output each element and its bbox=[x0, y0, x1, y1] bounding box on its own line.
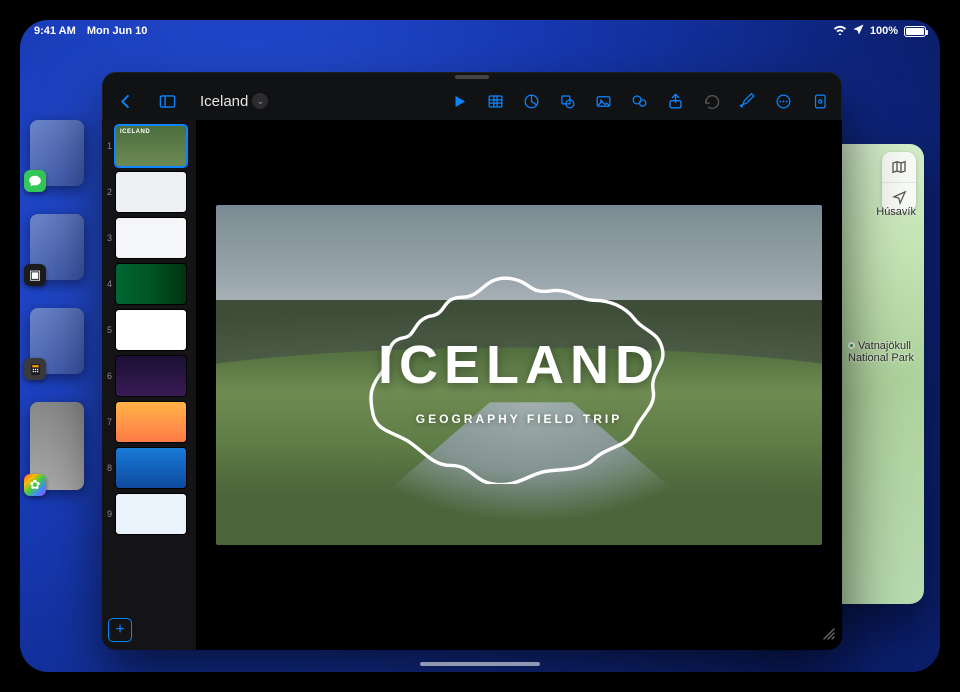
undo-icon[interactable] bbox=[694, 86, 728, 116]
slide-thumb-number: 3 bbox=[102, 233, 112, 243]
slide-thumb-number: 2 bbox=[102, 187, 112, 197]
battery-icon bbox=[904, 26, 926, 37]
comment-icon[interactable] bbox=[622, 86, 656, 116]
slide-title: ICELAND bbox=[216, 334, 822, 396]
image-icon[interactable] bbox=[586, 86, 620, 116]
share-icon[interactable] bbox=[658, 86, 692, 116]
back-button[interactable] bbox=[108, 86, 142, 116]
add-slide-button[interactable]: + bbox=[108, 618, 132, 642]
slide-thumb-preview: ICELAND bbox=[116, 126, 186, 166]
map-mode-icon[interactable] bbox=[882, 152, 916, 182]
app-icon: ▣ bbox=[24, 264, 46, 286]
status-time: 9:41 AM bbox=[34, 25, 76, 37]
slide-thumb-number: 1 bbox=[102, 141, 112, 151]
more-icon[interactable] bbox=[766, 86, 800, 116]
slide-thumb-preview bbox=[116, 494, 186, 534]
slide-thumb-5[interactable]: 5 bbox=[102, 310, 190, 350]
paint-icon[interactable] bbox=[730, 86, 764, 116]
stage-manager-strip: ▣ ✿ bbox=[26, 120, 88, 642]
slide-thumb-number: 4 bbox=[102, 279, 112, 289]
stage-app-messages[interactable] bbox=[30, 120, 84, 186]
slide-thumb-7[interactable]: 7 bbox=[102, 402, 190, 442]
table-icon[interactable] bbox=[478, 86, 512, 116]
map-label-husavik: Húsavík bbox=[876, 206, 916, 218]
slide-canvas-area[interactable]: ICELAND GEOGRAPHY FIELD TRIP bbox=[196, 120, 842, 650]
shape-icon[interactable] bbox=[550, 86, 584, 116]
slide-thumb-3[interactable]: 3 bbox=[102, 218, 190, 258]
window-resize-handle[interactable] bbox=[822, 627, 836, 644]
slide-thumb-2[interactable]: 2 bbox=[102, 172, 190, 212]
slide-thumb-6[interactable]: 6 bbox=[102, 356, 190, 396]
slide-thumb-9[interactable]: 9 bbox=[102, 494, 190, 534]
slide-thumb-8[interactable]: 8 bbox=[102, 448, 190, 488]
status-date: Mon Jun 10 bbox=[87, 25, 148, 37]
slide-thumb-number: 9 bbox=[102, 509, 112, 519]
slide-thumb-4[interactable]: 4 bbox=[102, 264, 190, 304]
slide-navigator: 1 ICELAND 2 3 4 5 6 7 8 9 + bbox=[102, 120, 196, 650]
slide-thumb-preview bbox=[116, 264, 186, 304]
slide-subtitle: GEOGRAPHY FIELD TRIP bbox=[216, 412, 822, 426]
slide-thumb-1[interactable]: 1 ICELAND bbox=[102, 126, 190, 166]
slide-thumb-preview bbox=[116, 448, 186, 488]
slide-thumb-number: 8 bbox=[102, 463, 112, 473]
messages-icon bbox=[24, 170, 46, 192]
battery-pct: 100% bbox=[870, 25, 898, 37]
keynote-toolbar: Iceland ⌄ bbox=[102, 82, 842, 120]
location-icon bbox=[853, 24, 864, 38]
slide-thumb-preview bbox=[116, 402, 186, 442]
slide-thumb-preview bbox=[116, 356, 186, 396]
maps-toolbar bbox=[882, 152, 916, 212]
slide-thumb-number: 5 bbox=[102, 325, 112, 335]
slide-thumb-number: 6 bbox=[102, 371, 112, 381]
wifi-icon bbox=[833, 24, 847, 38]
stage-app-photos[interactable]: ✿ bbox=[30, 402, 84, 490]
slide-thumb-number: 7 bbox=[102, 417, 112, 427]
slide-thumb-preview bbox=[116, 172, 186, 212]
photos-icon: ✿ bbox=[24, 474, 46, 496]
slide-thumb-preview bbox=[116, 310, 186, 350]
document-title-text: Iceland bbox=[200, 93, 248, 110]
ipad-screen: 9:41 AM Mon Jun 10 100% ▣ bbox=[20, 20, 940, 672]
stage-app-calculator[interactable] bbox=[30, 308, 84, 374]
stage-app-home[interactable]: ▣ bbox=[30, 214, 84, 280]
slide-thumb-preview bbox=[116, 218, 186, 258]
document-icon[interactable] bbox=[802, 86, 836, 116]
window-drag-handle[interactable] bbox=[102, 72, 842, 82]
slide-1[interactable]: ICELAND GEOGRAPHY FIELD TRIP bbox=[216, 205, 822, 546]
keynote-window: Iceland ⌄ 1 ICELAND 2 3 4 5 6 7 8 9 + bbox=[102, 72, 842, 650]
home-indicator[interactable] bbox=[420, 662, 540, 666]
sidebar-toggle-button[interactable] bbox=[150, 86, 184, 116]
status-bar: 9:41 AM Mon Jun 10 100% bbox=[20, 20, 940, 42]
chevron-down-icon: ⌄ bbox=[252, 93, 268, 109]
play-icon[interactable] bbox=[442, 86, 476, 116]
map-label-vatnajokull: Vatnajökull National Park bbox=[848, 340, 918, 364]
calculator-icon bbox=[24, 358, 46, 380]
document-title[interactable]: Iceland ⌄ bbox=[192, 89, 276, 114]
chart-icon[interactable] bbox=[514, 86, 548, 116]
